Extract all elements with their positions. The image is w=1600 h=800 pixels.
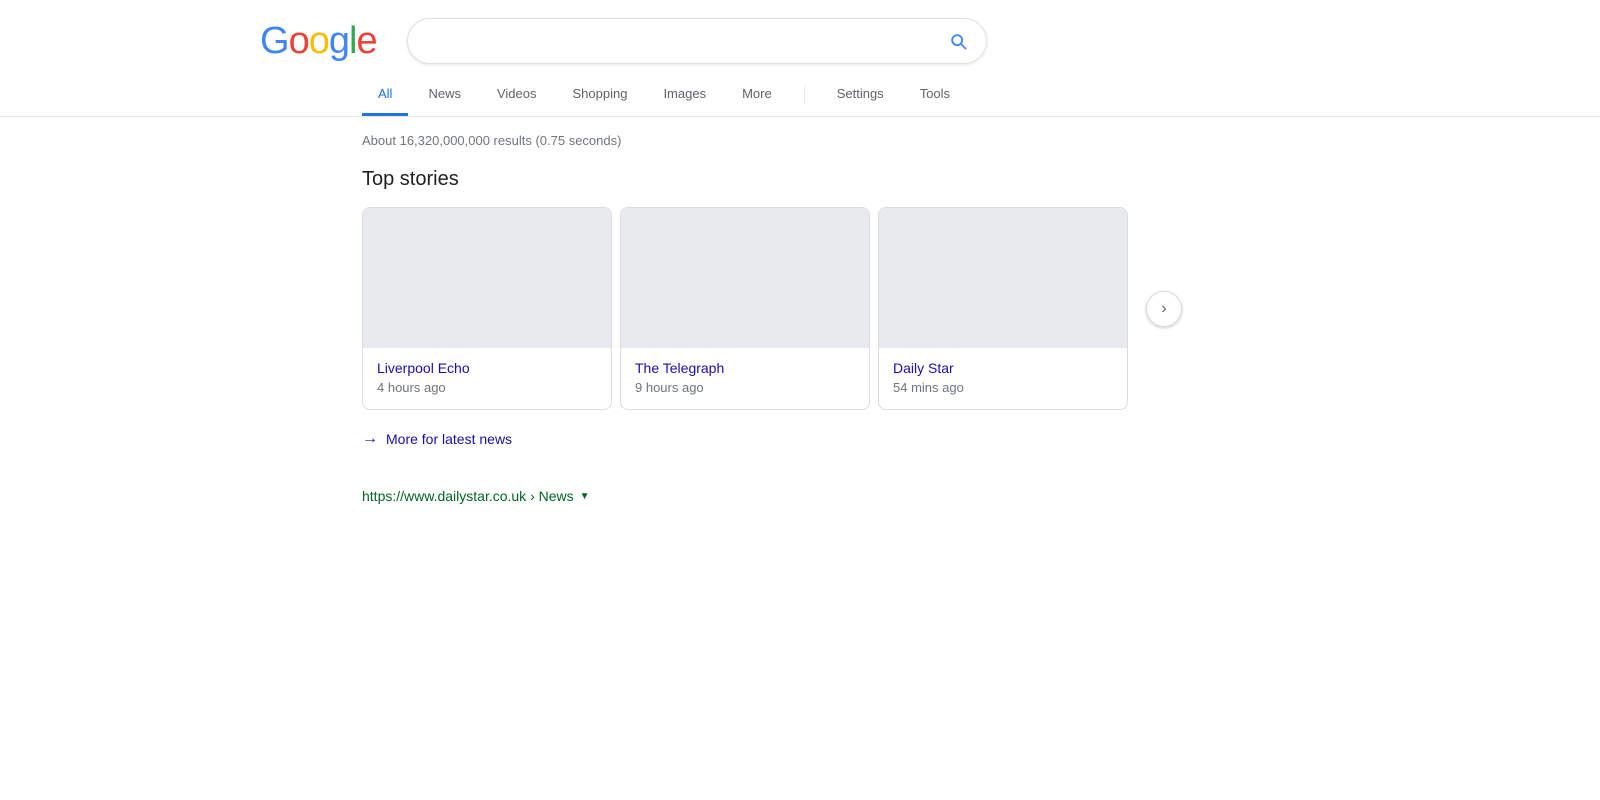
story-image-2 bbox=[621, 208, 869, 348]
main-content: About 16,320,000,000 results (0.75 secon… bbox=[0, 117, 1600, 504]
tab-tools[interactable]: Tools bbox=[904, 74, 966, 116]
stories-container: Liverpool Echo 4 hours ago The Telegraph… bbox=[362, 207, 1162, 410]
story-card-3[interactable]: Daily Star 54 mins ago bbox=[878, 207, 1128, 410]
tab-shopping[interactable]: Shopping bbox=[556, 74, 643, 116]
story-source-2: The Telegraph bbox=[635, 360, 855, 376]
tab-videos[interactable]: Videos bbox=[481, 74, 553, 116]
header: Google latest news bbox=[0, 0, 1600, 64]
web-result-url-text: https://www.dailystar.co.uk › News bbox=[362, 488, 574, 504]
story-time-2: 9 hours ago bbox=[635, 380, 855, 395]
search-icon bbox=[948, 31, 968, 51]
arrow-right-icon: → bbox=[362, 430, 378, 448]
search-button[interactable] bbox=[944, 27, 972, 55]
google-logo[interactable]: Google bbox=[260, 20, 377, 63]
story-content-1: Liverpool Echo 4 hours ago bbox=[363, 348, 611, 409]
search-input[interactable]: latest news bbox=[428, 32, 944, 50]
story-source-1: Liverpool Echo bbox=[377, 360, 597, 376]
search-bar: latest news bbox=[407, 18, 987, 64]
tab-settings[interactable]: Settings bbox=[821, 74, 900, 116]
web-result: https://www.dailystar.co.uk › News ▼ bbox=[362, 488, 1600, 504]
tab-all[interactable]: All bbox=[362, 74, 408, 116]
story-time-3: 54 mins ago bbox=[893, 380, 1113, 395]
more-latest-news-link[interactable]: → More for latest news bbox=[362, 430, 1600, 448]
url-dropdown-icon[interactable]: ▼ bbox=[580, 491, 590, 502]
more-link-label: More for latest news bbox=[386, 431, 512, 447]
nav-tabs: All News Videos Shopping Images More Set… bbox=[0, 74, 1600, 117]
story-image-1 bbox=[363, 208, 611, 348]
tab-images[interactable]: Images bbox=[647, 74, 722, 116]
story-content-3: Daily Star 54 mins ago bbox=[879, 348, 1127, 409]
story-source-3: Daily Star bbox=[893, 360, 1113, 376]
results-count: About 16,320,000,000 results (0.75 secon… bbox=[362, 133, 1600, 148]
story-card-1[interactable]: Liverpool Echo 4 hours ago bbox=[362, 207, 612, 410]
chevron-right-icon: › bbox=[1161, 300, 1166, 318]
tab-news[interactable]: News bbox=[412, 74, 477, 116]
web-result-url[interactable]: https://www.dailystar.co.uk › News ▼ bbox=[362, 488, 1600, 504]
top-stories-title: Top stories bbox=[362, 168, 1600, 191]
nav-divider bbox=[804, 85, 805, 105]
story-content-2: The Telegraph 9 hours ago bbox=[621, 348, 869, 409]
story-time-1: 4 hours ago bbox=[377, 380, 597, 395]
tab-more[interactable]: More bbox=[726, 74, 788, 116]
story-card-2[interactable]: The Telegraph 9 hours ago bbox=[620, 207, 870, 410]
story-image-3 bbox=[879, 208, 1127, 348]
next-stories-button[interactable]: › bbox=[1146, 291, 1182, 327]
